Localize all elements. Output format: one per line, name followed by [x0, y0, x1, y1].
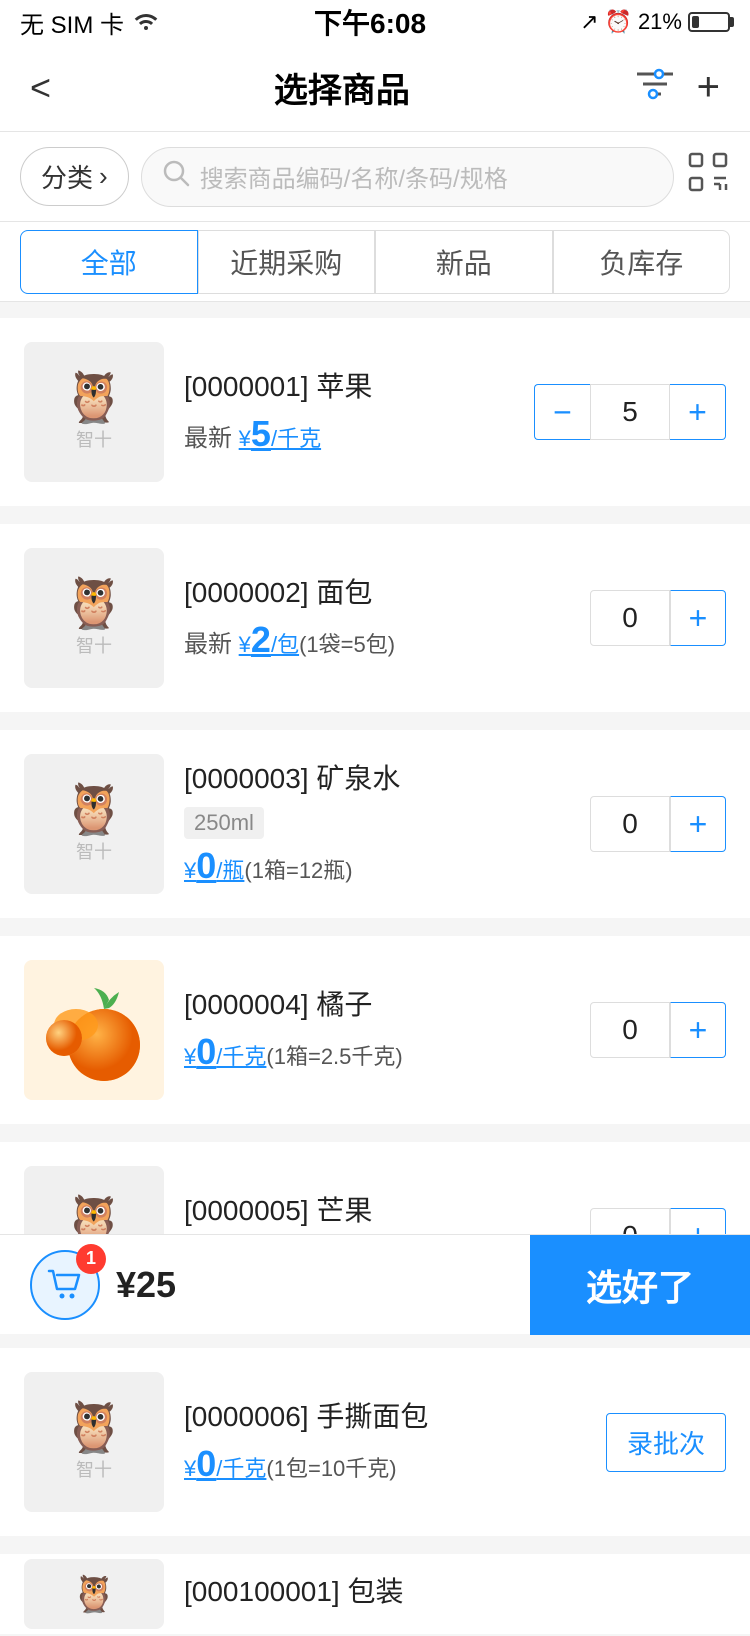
filter-icon[interactable] — [633, 66, 677, 109]
cart-badge: 1 — [76, 1244, 106, 1274]
divider — [0, 1126, 750, 1142]
add-button[interactable]: + — [697, 65, 720, 110]
location-icon: ↗ — [580, 9, 598, 35]
product-name: [000100001] 包装 — [184, 1570, 726, 1610]
product-info: [0000006] 手撕面包 ¥0/千克(1包=10千克) — [184, 1395, 586, 1489]
cart-icon — [47, 1269, 83, 1301]
product-price: 最新 ¥5/千克 — [184, 413, 514, 455]
divider — [0, 1332, 750, 1348]
page-title: 选择商品 — [274, 63, 410, 112]
quantity-control: + — [590, 590, 726, 646]
tab-new[interactable]: 新品 — [375, 230, 553, 294]
quantity-input[interactable] — [590, 384, 670, 440]
quantity-control: + — [590, 1002, 726, 1058]
product-item: 🦉 智十 [0000006] 手撕面包 ¥0/千克(1包=10千克) 录批次 — [0, 1348, 750, 1536]
product-info: [0000003] 矿泉水 250ml ¥0/瓶(1箱=12瓶) — [184, 757, 570, 891]
tab-all[interactable]: 全部 — [20, 230, 198, 294]
status-bar: 无 SIM 卡 下午6:08 ↗ ⏰ 21% — [0, 0, 750, 44]
scan-icon[interactable] — [686, 150, 730, 203]
divider — [0, 714, 750, 730]
product-item: 🦉 智十 [0000002] 面包 最新 ¥2/包(1袋=5包) + — [0, 524, 750, 712]
owl-icon: 🦉 — [63, 784, 125, 834]
product-name: [0000005] 芒果 — [184, 1189, 570, 1229]
category-label: 分类 — [41, 158, 93, 195]
nav-left: < — [30, 67, 51, 109]
product-price: ¥0/瓶(1箱=12瓶) — [184, 845, 570, 887]
quantity-control: 录批次 — [606, 1413, 726, 1472]
product-name: [0000006] 手撕面包 — [184, 1395, 586, 1435]
product-name: [0000001] 苹果 — [184, 365, 514, 405]
product-price: 最新 ¥2/包(1袋=5包) — [184, 619, 570, 661]
status-time: 下午6:08 — [314, 2, 426, 42]
chevron-right-icon: › — [99, 161, 108, 192]
quantity-increase-button[interactable]: + — [670, 384, 726, 440]
tab-recent[interactable]: 近期采购 — [198, 230, 376, 294]
quantity-control: − + — [534, 384, 726, 440]
nav-bar: < 选择商品 + — [0, 44, 750, 132]
orange-image — [34, 970, 154, 1090]
quantity-increase-button[interactable]: + — [670, 1002, 726, 1058]
tabs-bar: 全部 近期采购 新品 负库存 — [0, 222, 750, 302]
quantity-input[interactable] — [590, 590, 670, 646]
quantity-input[interactable] — [590, 1002, 670, 1058]
cart-button[interactable]: 1 — [30, 1250, 100, 1320]
product-image — [24, 960, 164, 1100]
product-image: 🦉 智十 — [24, 1372, 164, 1512]
product-name: [0000004] 橘子 — [184, 983, 570, 1023]
category-button[interactable]: 分类 › — [20, 147, 129, 206]
owl-icon: 🦉 — [63, 372, 125, 422]
quantity-decrease-button[interactable]: − — [534, 384, 590, 440]
product-image: 🦉 智十 — [24, 754, 164, 894]
quantity-increase-button[interactable]: + — [670, 590, 726, 646]
wifi-icon — [132, 8, 160, 37]
product-image: 🦉 智十 — [24, 342, 164, 482]
product-price: ¥0/千克(1包=10千克) — [184, 1443, 586, 1485]
divider — [0, 1538, 750, 1554]
search-icon — [162, 159, 190, 194]
filter-bar: 分类 › 搜索商品编码/名称/条码/规格 — [0, 132, 750, 222]
product-name: [0000002] 面包 — [184, 571, 570, 611]
bottom-bar: 1 ¥25 选好了 — [0, 1234, 750, 1334]
product-list: 🦉 智十 [0000001] 苹果 最新 ¥5/千克 − + 🦉 智十 [0 — [0, 318, 750, 1634]
product-price: ¥0/千克(1箱=2.5千克) — [184, 1031, 570, 1073]
quantity-control: + — [590, 796, 726, 852]
owl-icon: 🦉 — [63, 578, 125, 628]
product-image: 🦉 — [24, 1559, 164, 1629]
product-item: 🦉 智十 [0000003] 矿泉水 250ml ¥0/瓶(1箱=12瓶) + — [0, 730, 750, 918]
owl-icon: 🦉 — [72, 1576, 117, 1612]
alarm-icon: ⏰ — [605, 9, 632, 35]
product-info: [000100001] 包装 — [184, 1570, 726, 1618]
product-spec: 250ml — [184, 807, 264, 839]
search-box[interactable]: 搜索商品编码/名称/条码/规格 — [141, 147, 674, 207]
battery-icon — [688, 12, 730, 32]
product-name: [0000003] 矿泉水 — [184, 757, 570, 797]
divider — [0, 920, 750, 936]
search-placeholder: 搜索商品编码/名称/条码/规格 — [200, 159, 508, 194]
product-image: 🦉 智十 — [24, 548, 164, 688]
product-info: [0000002] 面包 最新 ¥2/包(1袋=5包) — [184, 571, 570, 665]
status-right: ↗ ⏰ 21% — [580, 9, 730, 35]
carrier-text: 无 SIM 卡 — [20, 5, 124, 40]
product-info: [0000004] 橘子 ¥0/千克(1箱=2.5千克) — [184, 983, 570, 1077]
cart-total: ¥25 — [116, 1264, 176, 1306]
quantity-input[interactable] — [590, 796, 670, 852]
product-item: [0000004] 橘子 ¥0/千克(1箱=2.5千克) + — [0, 936, 750, 1124]
product-info: [0000001] 苹果 最新 ¥5/千克 — [184, 365, 514, 459]
battery-percent: 21% — [638, 9, 682, 35]
tab-negative[interactable]: 负库存 — [553, 230, 731, 294]
product-item: 🦉 智十 [0000001] 苹果 最新 ¥5/千克 − + — [0, 318, 750, 506]
owl-icon: 🦉 — [63, 1402, 125, 1452]
nav-right: + — [633, 65, 720, 110]
confirm-button[interactable]: 选好了 — [530, 1235, 750, 1335]
cart-section: 1 ¥25 — [0, 1250, 530, 1320]
status-left: 无 SIM 卡 — [20, 5, 160, 40]
product-item: 🦉 [000100001] 包装 — [0, 1554, 750, 1634]
divider — [0, 508, 750, 524]
quantity-increase-button[interactable]: + — [670, 796, 726, 852]
record-batch-button[interactable]: 录批次 — [606, 1413, 726, 1472]
back-button[interactable]: < — [30, 67, 51, 109]
divider — [0, 302, 750, 318]
